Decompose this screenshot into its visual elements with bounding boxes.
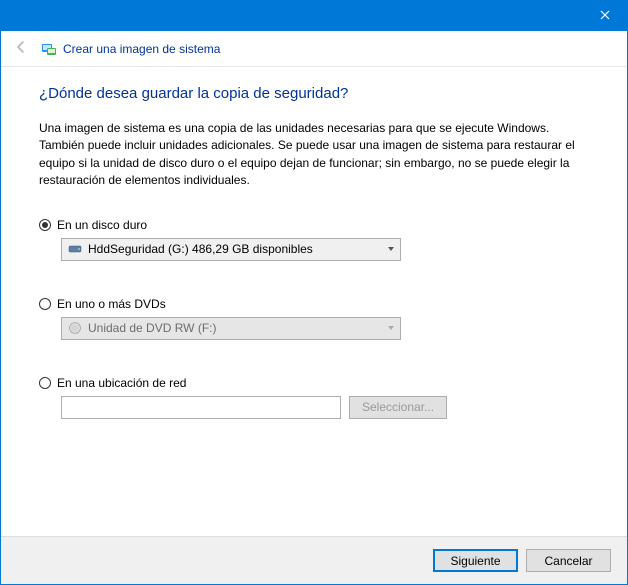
close-button[interactable] <box>582 1 627 31</box>
page-heading: ¿Dónde desea guardar la copia de segurid… <box>39 85 589 102</box>
wizard-header: Crear una imagen de sistema <box>1 31 627 67</box>
arrow-left-icon <box>14 40 28 57</box>
combo-value: Unidad de DVD RW (F:) <box>88 321 382 335</box>
radio-dvd[interactable]: En uno o más DVDs <box>39 297 589 311</box>
next-button[interactable]: Siguiente <box>433 549 518 572</box>
option-network: En una ubicación de red Seleccionar... <box>39 376 589 419</box>
window-titlebar <box>1 1 627 31</box>
network-path-input <box>61 396 341 419</box>
close-icon <box>600 9 610 23</box>
hard-drive-icon <box>67 241 83 257</box>
option-hdd: En un disco duro HddSeguridad (G:) 486,2… <box>39 218 589 261</box>
combo-value: HddSeguridad (G:) 486,29 GB disponibles <box>88 242 382 256</box>
cancel-button[interactable]: Cancelar <box>526 549 611 572</box>
radio-label: En un disco duro <box>57 218 147 232</box>
radio-label: En una ubicación de red <box>57 376 186 390</box>
radio-network[interactable]: En una ubicación de red <box>39 376 589 390</box>
radio-icon <box>39 298 51 310</box>
browse-network-button: Seleccionar... <box>349 396 447 419</box>
system-image-icon <box>41 41 57 57</box>
radio-hdd[interactable]: En un disco duro <box>39 218 589 232</box>
dvd-drive-select: Unidad de DVD RW (F:) <box>61 317 401 340</box>
radio-icon <box>39 377 51 389</box>
back-button[interactable] <box>9 37 33 61</box>
wizard-footer: Siguiente Cancelar <box>1 536 627 584</box>
wizard-title: Crear una imagen de sistema <box>63 42 220 56</box>
system-image-wizard-window: Crear una imagen de sistema ¿Dónde desea… <box>0 0 628 585</box>
chevron-down-icon <box>382 318 400 339</box>
chevron-down-icon <box>382 239 400 260</box>
option-dvd: En uno o más DVDs Unidad de DVD RW (F:) <box>39 297 589 340</box>
disc-icon <box>67 320 83 336</box>
radio-icon <box>39 219 51 231</box>
hdd-drive-select[interactable]: HddSeguridad (G:) 486,29 GB disponibles <box>61 238 401 261</box>
radio-label: En uno o más DVDs <box>57 297 166 311</box>
wizard-content: ¿Dónde desea guardar la copia de segurid… <box>1 67 627 536</box>
page-description: Una imagen de sistema es una copia de la… <box>39 120 579 190</box>
